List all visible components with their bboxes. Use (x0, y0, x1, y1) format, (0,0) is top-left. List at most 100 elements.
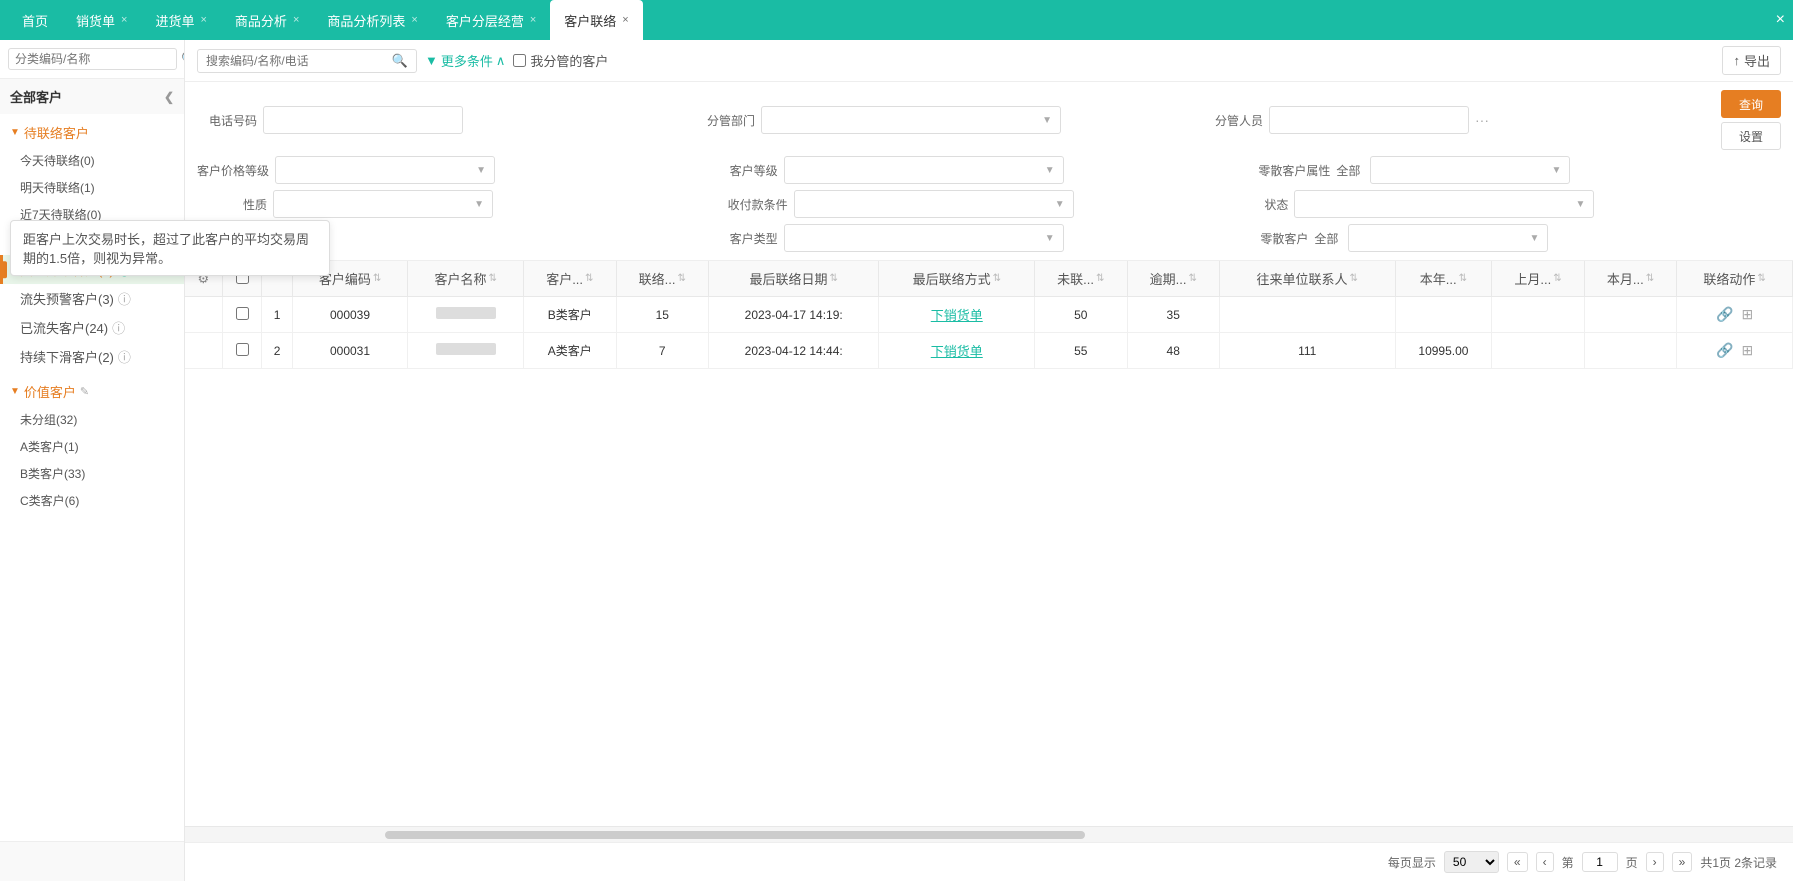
cell-overdue: 48 (1127, 333, 1219, 369)
customer-grade-arrow: ▼ (1045, 165, 1055, 176)
first-page-btn[interactable]: « (1507, 852, 1528, 872)
cell-no_contact: 50 (1035, 297, 1127, 333)
sidebar-group-pending[interactable]: ▼待联络客户 (0, 118, 184, 147)
row-checkbox[interactable] (236, 307, 249, 320)
nav-tab-close[interactable]: × (200, 14, 206, 26)
action-grid-icon[interactable]: ⊞ (1741, 306, 1753, 323)
sort-unit_contacts[interactable]: 往来单位联系人⇅ (1257, 269, 1358, 288)
scatter-attr-select[interactable]: ▼ (1370, 156, 1570, 184)
customer-grade-label: 客户等级 (728, 162, 778, 179)
nature-select[interactable]: ▼ (273, 190, 493, 218)
sidebar: 🔍 全部客户 ❮ ▼待联络客户今天待联络(0)明天待联络(1)近7天待联络(0)… (0, 40, 185, 881)
sidebar-group-item[interactable]: 已流失客户(24) ⓘ (0, 313, 184, 342)
page-size-select[interactable]: 50 20 100 (1444, 851, 1499, 873)
page-input[interactable] (1582, 852, 1618, 872)
cell-name (408, 297, 524, 333)
cell-code: 000039 (292, 297, 408, 333)
query-button[interactable]: 查询 (1721, 90, 1781, 118)
export-btn[interactable]: ↑ 导出 (1722, 46, 1781, 75)
nav-tab-首页[interactable]: 首页 (8, 0, 62, 40)
nav-close-btn[interactable]: × (1776, 11, 1785, 29)
customer-type-arrow: ▼ (1045, 233, 1055, 244)
filter-cell-manager: 分管人员 ··· (1213, 106, 1713, 134)
status-arrow: ▼ (1575, 199, 1585, 210)
nav-tab-客户分层经营[interactable]: 客户分层经营× (432, 0, 550, 40)
cell-this_month (1584, 333, 1676, 369)
cell-last_contact_method: 下销货单 (879, 297, 1035, 333)
next-page-btn[interactable]: › (1646, 852, 1664, 872)
manager-ellipsis-btn[interactable]: ··· (1475, 112, 1489, 128)
filter-cell-price-grade: 客户价格等级 ▼ (197, 156, 720, 184)
action-link-icon[interactable]: 🔗 (1716, 306, 1733, 323)
total-records: 共1页 2条记录 (1700, 854, 1777, 871)
sidebar-item[interactable]: 明天待联络(1) (0, 174, 184, 201)
nav-tab-close[interactable]: × (530, 14, 536, 26)
nav-tab-label: 商品分析 (235, 11, 287, 30)
nav-tab-进货单[interactable]: 进货单× (141, 0, 220, 40)
more-conditions-arrow: ∧ (496, 53, 506, 69)
sort-last_contact_method[interactable]: 最后联络方式⇅ (913, 269, 1001, 288)
customer-grade-select[interactable]: ▼ (784, 156, 1064, 184)
sort-name[interactable]: 客户名称⇅ (435, 269, 497, 288)
settings-button[interactable]: 设置 (1721, 122, 1781, 150)
more-conditions-btn[interactable]: ▼ 更多条件 ∧ (425, 51, 505, 70)
sort-overdue[interactable]: 逾期...⇅ (1150, 269, 1197, 288)
sidebar-group-value-customers[interactable]: ▼价值客户 ✎ (0, 377, 184, 406)
edit-icon[interactable]: ✎ (80, 385, 89, 398)
scatter-attr-arrow: ▼ (1551, 165, 1561, 176)
filter-search-input[interactable] (206, 54, 392, 68)
sidebar-item[interactable]: B类客户(33) (0, 460, 184, 487)
my-customers-checkbox[interactable] (513, 54, 526, 67)
scatter-arrow: ▼ (1529, 233, 1539, 244)
group-label: 价值客户 (24, 382, 76, 401)
hscroll-thumb[interactable] (385, 831, 1085, 839)
nav-tab-close[interactable]: × (121, 14, 127, 26)
sort-no_contact[interactable]: 未联...⇅ (1057, 269, 1104, 288)
filter-row-3: 性质 ▼ 收付款条件 ▼ 状态 (197, 190, 1781, 218)
sidebar-group-item[interactable]: 持续下滑客户(2) ⓘ (0, 342, 184, 371)
customer-type-label: 客户类型 (728, 230, 778, 247)
sort-this_year[interactable]: 本年...⇅ (1420, 269, 1467, 288)
manager-input[interactable] (1269, 106, 1469, 134)
contact-method-link[interactable]: 下销货单 (931, 344, 983, 359)
last-page-btn[interactable]: » (1672, 852, 1693, 872)
price-grade-select[interactable]: ▼ (275, 156, 495, 184)
prev-page-btn[interactable]: ‹ (1536, 852, 1554, 872)
sidebar-search-input[interactable] (8, 48, 177, 70)
filter-cell-scatter-attr: 零散客户属性 全部 ▼ (1258, 156, 1781, 184)
filter-search-icon[interactable]: 🔍 (392, 53, 408, 69)
sidebar-item[interactable]: A类客户(1) (0, 433, 184, 460)
cell-checkbox (222, 333, 262, 369)
nav-tab-close[interactable]: × (622, 14, 628, 26)
sidebar-group-item[interactable]: 流失预警客户(3) ⓘ (0, 284, 184, 313)
dept-select[interactable]: ▼ (761, 106, 1061, 134)
nav-tab-close[interactable]: × (293, 14, 299, 26)
sort-last_contact_date[interactable]: 最后联络日期⇅ (750, 269, 838, 288)
payment-arrow: ▼ (1055, 199, 1065, 210)
sort-action[interactable]: 联络动作⇅ (1703, 269, 1765, 288)
nav-tab-客户联络[interactable]: 客户联络× (550, 0, 642, 40)
action-link-icon[interactable]: 🔗 (1716, 342, 1733, 359)
nav-tab-销货单[interactable]: 销货单× (62, 0, 141, 40)
sidebar-item[interactable]: C类客户(6) (0, 487, 184, 514)
sidebar-collapse-btn[interactable]: ❮ (164, 90, 174, 104)
customer-type-select[interactable]: ▼ (784, 224, 1064, 252)
payment-select[interactable]: ▼ (794, 190, 1074, 218)
action-grid-icon[interactable]: ⊞ (1741, 342, 1753, 359)
sort-contact[interactable]: 联络...⇅ (639, 269, 686, 288)
phone-input[interactable] (263, 106, 463, 134)
sort-this_month[interactable]: 本月...⇅ (1607, 269, 1654, 288)
scatter-inline-label: 全部 (1314, 230, 1338, 247)
contact-method-link[interactable]: 下销货单 (931, 308, 983, 323)
row-checkbox[interactable] (236, 343, 249, 356)
nav-tab-商品分析[interactable]: 商品分析 × (221, 0, 313, 40)
nav-tab-close[interactable]: × (411, 14, 417, 26)
nav-tab-商品分析列表[interactable]: 商品分析列表× (313, 0, 431, 40)
sort-last_month[interactable]: 上月...⇅ (1514, 269, 1561, 288)
scatter-select[interactable]: ▼ (1348, 224, 1548, 252)
sort-type[interactable]: 客户...⇅ (546, 269, 593, 288)
status-select[interactable]: ▼ (1294, 190, 1594, 218)
sidebar-item[interactable]: 未分组(32) (0, 406, 184, 433)
col-header-this_year: 本年...⇅ (1395, 261, 1492, 297)
sidebar-item[interactable]: 今天待联络(0) (0, 147, 184, 174)
